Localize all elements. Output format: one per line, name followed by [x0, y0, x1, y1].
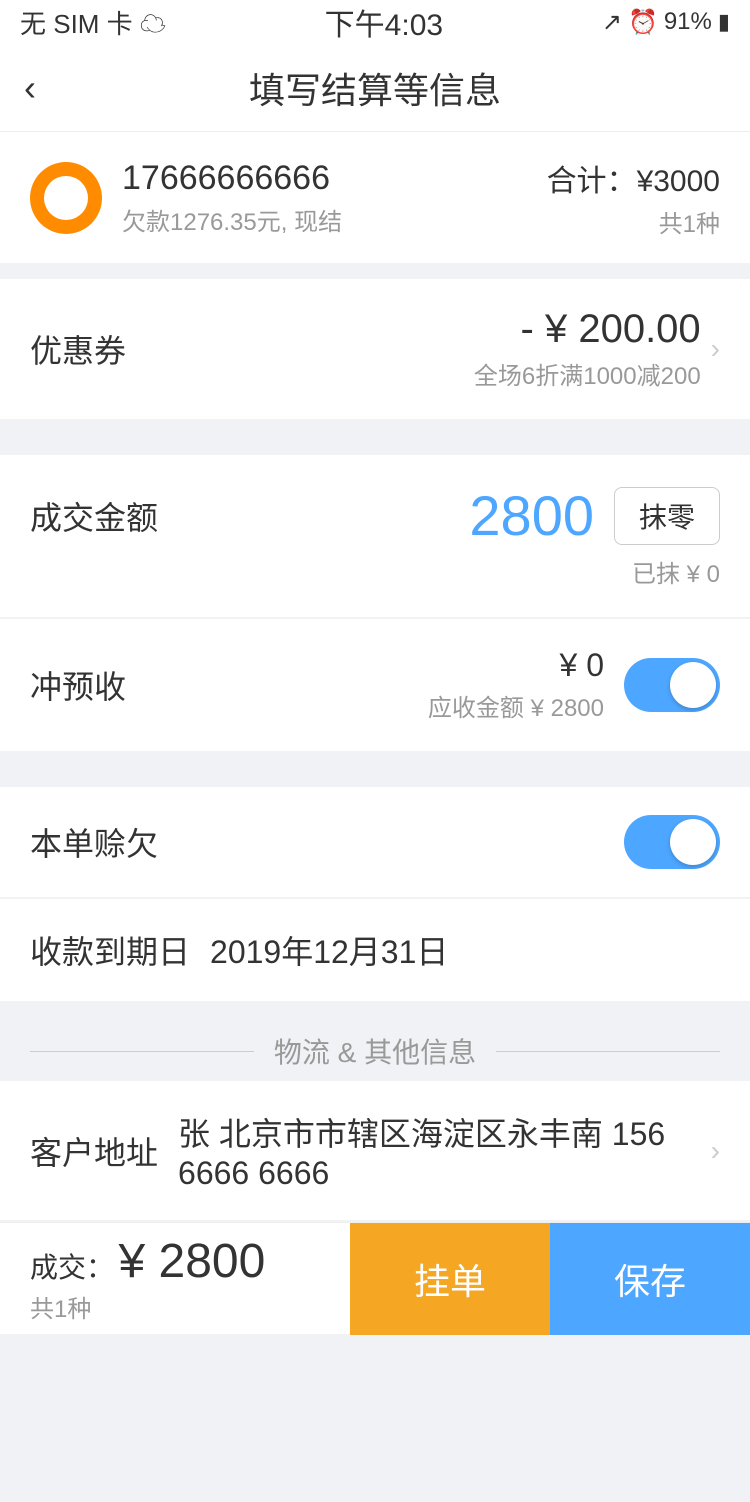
coupon-row[interactable]: 优惠券 - ¥ 200.00 全场6折满1000减200 › [0, 279, 750, 419]
round-button[interactable]: 抹零 [614, 487, 720, 545]
hang-button-label: 挂单 [414, 1253, 486, 1305]
bottom-summary-amount: ¥ 2800 [118, 1235, 265, 1288]
location-icon: ↗ [602, 8, 622, 37]
coupon-amount: - ¥ 200.00 [474, 307, 701, 352]
avatar-icon [44, 176, 88, 220]
transaction-section: 成交金额 2800 抹零 已抹 ¥ 0 [0, 455, 750, 617]
coupon-chevron-icon: › [711, 333, 720, 365]
transaction-amount: 2800 [469, 483, 594, 548]
section-divider-1 [0, 435, 750, 455]
status-bar: 无 SIM 卡 ☁ 下午4:03 ↗ ⏰ 91% ▮ [0, 0, 750, 44]
save-button[interactable]: 保存 [550, 1223, 750, 1335]
customer-debt: 欠款1276.35元, 现结 [122, 202, 342, 237]
battery-icon: ▮ [718, 9, 730, 35]
address-section[interactable]: 客户地址 张 北京市市辖区海淀区永丰南 156 6666 6666 › [0, 1081, 750, 1220]
coupon-info: - ¥ 200.00 全场6折满1000减200 [474, 307, 701, 391]
toggle-circle [670, 662, 716, 708]
credit-label: 本单赊欠 [30, 819, 158, 865]
credit-toggle[interactable] [624, 815, 720, 869]
customer-phone: 17666666666 [122, 159, 342, 198]
credit-toggle-circle [670, 819, 716, 865]
status-left: 无 SIM 卡 ☁ [20, 4, 166, 41]
save-button-label: 保存 [614, 1253, 686, 1305]
duedate-section: 收款到期日 2019年12月31日 [0, 899, 750, 1001]
hang-button[interactable]: 挂单 [350, 1223, 550, 1335]
address-value: 张 北京市市辖区海淀区永丰南 156 6666 6666 [178, 1109, 711, 1192]
section-divider-2 [0, 751, 750, 771]
transaction-label: 成交金额 [30, 493, 158, 539]
customer-count: 共1种 [547, 204, 720, 239]
bottom-summary-row: 成交： ¥ 2800 [30, 1234, 320, 1289]
customer-card: 17666666666 欠款1276.35元, 现结 合计：¥3000 共1种 [0, 132, 750, 263]
prepay-toggle[interactable] [624, 658, 720, 712]
nav-bar: ‹ 填写结算等信息 [0, 44, 750, 132]
logistics-line-right [496, 1051, 720, 1052]
battery-text: 91% [664, 8, 712, 36]
prepay-row: 冲预收 ¥ 0 应收金额 ¥ 2800 [30, 647, 720, 723]
credit-section: 本单赊欠 [0, 787, 750, 897]
total-amount: ¥3000 [637, 165, 720, 198]
total-label: 合计： [547, 165, 637, 198]
coupon-right: - ¥ 200.00 全场6折满1000减200 › [474, 307, 720, 391]
address-chevron-icon: › [711, 1135, 720, 1167]
address-label: 客户地址 [30, 1128, 158, 1174]
bottom-count: 共1种 [30, 1289, 320, 1324]
transaction-right: 2800 抹零 [469, 483, 720, 548]
logistics-line-left [30, 1051, 254, 1052]
bottom-bar: 成交： ¥ 2800 共1种 挂单 保存 [0, 1222, 750, 1334]
prepay-right: ¥ 0 应收金额 ¥ 2800 [428, 647, 720, 723]
status-right: ↗ ⏰ 91% ▮ [602, 8, 730, 37]
back-button[interactable]: ‹ [24, 67, 36, 109]
duedate-value: 2019年12月31日 [210, 927, 448, 973]
logistics-line: 物流 & 其他信息 [0, 1031, 750, 1071]
customer-info: 17666666666 欠款1276.35元, 现结 [122, 159, 342, 237]
page-title: 填写结算等信息 [249, 62, 501, 114]
prepay-section: 冲预收 ¥ 0 应收金额 ¥ 2800 [0, 619, 750, 751]
prepay-label: 冲预收 [30, 662, 126, 708]
avatar [30, 162, 102, 234]
status-time: 下午4:03 [325, 0, 443, 44]
coupon-label: 优惠券 [30, 326, 126, 372]
logistics-divider: 物流 & 其他信息 [0, 1021, 750, 1081]
customer-total: 合计：¥3000 [547, 156, 720, 200]
transaction-sub: 已抹 ¥ 0 [30, 554, 720, 589]
bottom-summary: 成交： ¥ 2800 共1种 [0, 1234, 350, 1324]
duedate-label: 收款到期日 [30, 927, 190, 973]
bottom-summary-label: 成交： [30, 1252, 114, 1283]
prepay-amount: ¥ 0 [428, 647, 604, 684]
coupon-detail: 全场6折满1000减200 [474, 356, 701, 391]
prepay-amount-col: ¥ 0 应收金额 ¥ 2800 [428, 647, 604, 723]
customer-right: 合计：¥3000 共1种 [547, 156, 720, 239]
logistics-text: 物流 & 其他信息 [274, 1031, 476, 1071]
prepay-sub: 应收金额 ¥ 2800 [428, 688, 604, 723]
alarm-icon: ⏰ [628, 8, 658, 37]
transaction-row: 成交金额 2800 抹零 [30, 483, 720, 548]
customer-left: 17666666666 欠款1276.35元, 现结 [30, 159, 342, 237]
